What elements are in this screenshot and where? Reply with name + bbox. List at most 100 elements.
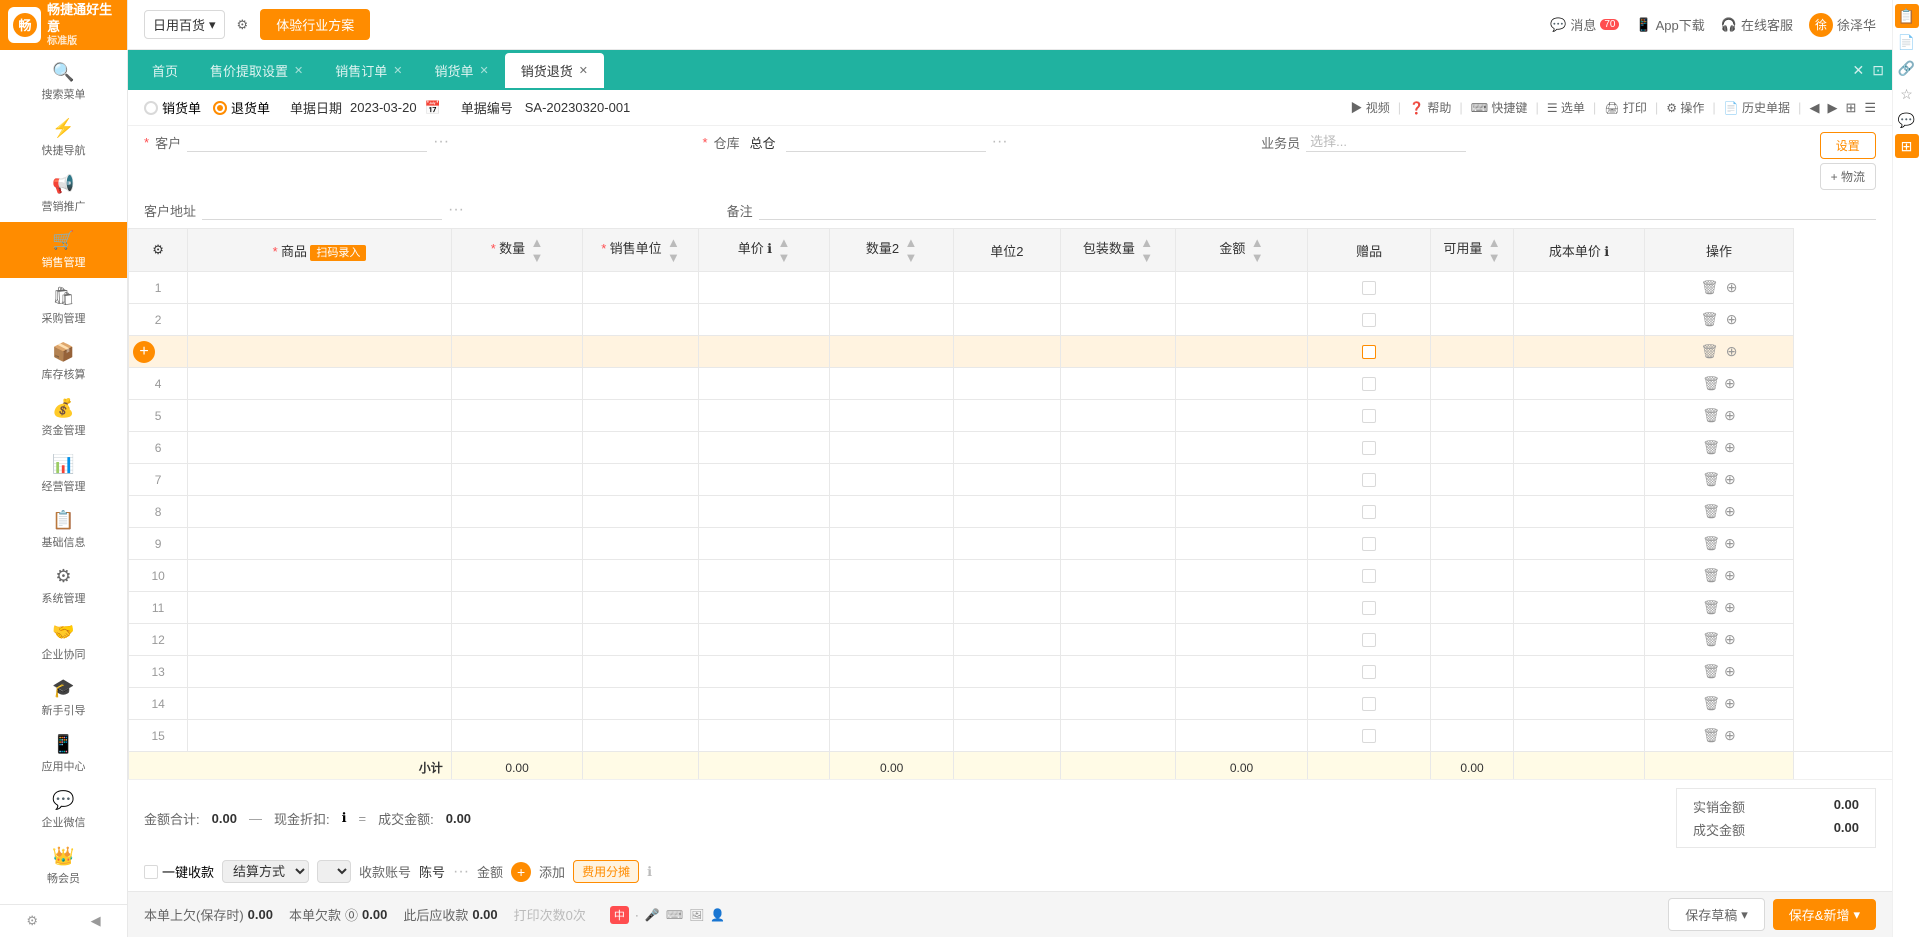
expense-btn[interactable]: 费用分摊 (573, 860, 639, 883)
cost-cell-2[interactable] (1513, 304, 1645, 336)
pkg-cell-1[interactable] (1060, 272, 1175, 304)
add-payment-btn[interactable]: + (511, 862, 531, 882)
calc-sub-select[interactable] (317, 860, 351, 883)
unit-cell-3[interactable] (583, 336, 698, 368)
add-row-btn[interactable]: + (133, 341, 155, 363)
delete-row-7-btn[interactable]: 🗑 (1700, 469, 1722, 490)
sidebar-item-finance[interactable]: 💰 资金管理 (0, 390, 127, 446)
right-icon-chat[interactable]: 💬 (1895, 108, 1919, 132)
tab-expand-btn[interactable]: ⊡ (1872, 62, 1884, 79)
sidebar-item-basics[interactable]: 📋 基础信息 (0, 502, 127, 558)
gift-cell-3[interactable] (1307, 336, 1430, 368)
th-qty-sort[interactable]: ▲▼ (531, 235, 544, 265)
gift-checkbox-14[interactable] (1362, 697, 1376, 711)
delete-row-9-btn[interactable]: 🗑 (1700, 533, 1722, 554)
right-icon-grid[interactable]: ⊞ (1895, 134, 1919, 158)
unit-cell-2[interactable] (583, 304, 698, 336)
delete-row-12-btn[interactable]: 🗑 (1700, 629, 1722, 650)
account-select-btn[interactable]: ··· (453, 863, 469, 881)
tab-sale-price[interactable]: 售价提取设置 ✕ (194, 53, 319, 88)
th-pkg-sort[interactable]: ▲▼ (1140, 235, 1153, 265)
copy-row-2-btn[interactable]: ⊕ (1724, 309, 1740, 330)
th-available-sort[interactable]: ▲▼ (1488, 235, 1501, 265)
sidebar-settings-btn[interactable]: ⚙ (26, 913, 38, 929)
sidebar-item-search[interactable]: 🔍 搜索菜单 (0, 54, 127, 110)
sidebar-item-wechat[interactable]: 💬 企业微信 (0, 782, 127, 838)
video-btn[interactable]: ▶ 视频 (1350, 99, 1389, 116)
remark-input[interactable] (759, 200, 1876, 220)
delete-row-14-btn[interactable]: 🗑 (1700, 693, 1722, 714)
product-cell-3[interactable] (188, 336, 451, 368)
radio-sale[interactable]: 销货单 (144, 98, 201, 117)
cost-cell-1[interactable] (1513, 272, 1645, 304)
user-profile-btn[interactable]: 徐 徐泽华 (1809, 13, 1876, 37)
right-icon-star[interactable]: ☆ (1895, 82, 1919, 106)
sidebar-item-purchase[interactable]: 🛍 采购管理 (0, 278, 127, 334)
qty2-cell-1[interactable] (830, 272, 953, 304)
gift-checkbox-2[interactable] (1362, 313, 1376, 327)
sidebar-item-marketing[interactable]: 📢 营销推广 (0, 166, 127, 222)
tab-sale-order[interactable]: 销售订单 ✕ (319, 53, 418, 88)
tab-sale-return[interactable]: 销货退货 ✕ (505, 53, 604, 88)
gift-checkbox-12[interactable] (1362, 633, 1376, 647)
gift-checkbox-3[interactable] (1362, 345, 1376, 359)
payment-checkbox[interactable]: 一键收款 (144, 862, 214, 881)
copy-row-13-btn[interactable]: ⊕ (1722, 661, 1738, 682)
cost-cell-3[interactable] (1513, 336, 1645, 368)
operation-btn[interactable]: ⚙ 操作 (1666, 99, 1704, 116)
tab-sale-order-close[interactable]: ✕ (393, 64, 402, 77)
view-list-btn[interactable]: ☰ (1864, 100, 1876, 116)
gift-checkbox-6[interactable] (1362, 441, 1376, 455)
available-cell-3[interactable] (1431, 336, 1513, 368)
copy-row-3-btn[interactable]: ⊕ (1724, 341, 1740, 362)
experience-btn[interactable]: 体验行业方案 (260, 9, 370, 40)
message-btn[interactable]: 💬 消息 70 (1550, 15, 1619, 34)
copy-row-7-btn[interactable]: ⊕ (1722, 469, 1738, 490)
sidebar-item-inventory[interactable]: 📦 库存核算 (0, 334, 127, 390)
gift-checkbox-15[interactable] (1362, 729, 1376, 743)
copy-row-1-btn[interactable]: ⊕ (1724, 277, 1740, 298)
delete-row-5-btn[interactable]: 🗑 (1700, 405, 1722, 426)
delete-row-3-btn[interactable]: 🗑 (1699, 341, 1721, 362)
gift-checkbox-11[interactable] (1362, 601, 1376, 615)
gift-checkbox-8[interactable] (1362, 505, 1376, 519)
radio-return[interactable]: 退货单 (213, 98, 270, 117)
add-row-cell[interactable]: + (129, 336, 188, 368)
copy-row-6-btn[interactable]: ⊕ (1722, 437, 1738, 458)
th-unit-sort[interactable]: ▲▼ (667, 235, 680, 265)
online-support-btn[interactable]: 🎧 在线客服 (1721, 15, 1793, 34)
settings-icon-btn[interactable]: ⚙ (237, 17, 249, 33)
delete-row-1-btn[interactable]: 🗑 (1699, 277, 1721, 298)
calc-method-select[interactable]: 结算方式 (222, 860, 309, 883)
copy-row-11-btn[interactable]: ⊕ (1722, 597, 1738, 618)
right-icon-link[interactable]: 🔗 (1895, 56, 1919, 80)
warehouse-select-btn[interactable]: ··· (992, 133, 1008, 151)
price-cell-2[interactable] (698, 304, 830, 336)
copy-row-10-btn[interactable]: ⊕ (1722, 565, 1738, 586)
gift-checkbox-13[interactable] (1362, 665, 1376, 679)
th-qty2-sort[interactable]: ▲▼ (905, 235, 918, 265)
tab-close-all-btn[interactable]: ✕ (1853, 62, 1865, 79)
qty-cell-3[interactable] (451, 336, 583, 368)
view-prev-btn[interactable]: ◀ (1809, 100, 1819, 116)
gift-checkbox-5[interactable] (1362, 409, 1376, 423)
pkg-cell-2[interactable] (1060, 304, 1175, 336)
sidebar-item-system[interactable]: ⚙ 系统管理 (0, 558, 127, 614)
sidebar-item-guide[interactable]: 🎓 新手引导 (0, 670, 127, 726)
gift-checkbox-9[interactable] (1362, 537, 1376, 551)
price-cell-3[interactable] (698, 336, 830, 368)
delete-row-13-btn[interactable]: 🗑 (1700, 661, 1722, 682)
available-cell-1[interactable] (1431, 272, 1513, 304)
delete-row-11-btn[interactable]: 🗑 (1700, 597, 1722, 618)
gift-checkbox-10[interactable] (1362, 569, 1376, 583)
save-new-btn[interactable]: 保存&新增 ▾ (1773, 899, 1876, 930)
warehouse-input[interactable] (786, 132, 986, 152)
amount-cell-1[interactable] (1176, 272, 1308, 304)
tab-sale-delivery[interactable]: 销货单 ✕ (418, 53, 504, 88)
unit2-cell-3[interactable] (953, 336, 1060, 368)
payment-checkbox-box[interactable] (144, 865, 158, 879)
customer-input[interactable] (187, 132, 427, 152)
gift-checkbox-7[interactable] (1362, 473, 1376, 487)
select-btn[interactable]: ☰ 选单 (1547, 99, 1585, 116)
qty-cell-1[interactable] (451, 272, 583, 304)
